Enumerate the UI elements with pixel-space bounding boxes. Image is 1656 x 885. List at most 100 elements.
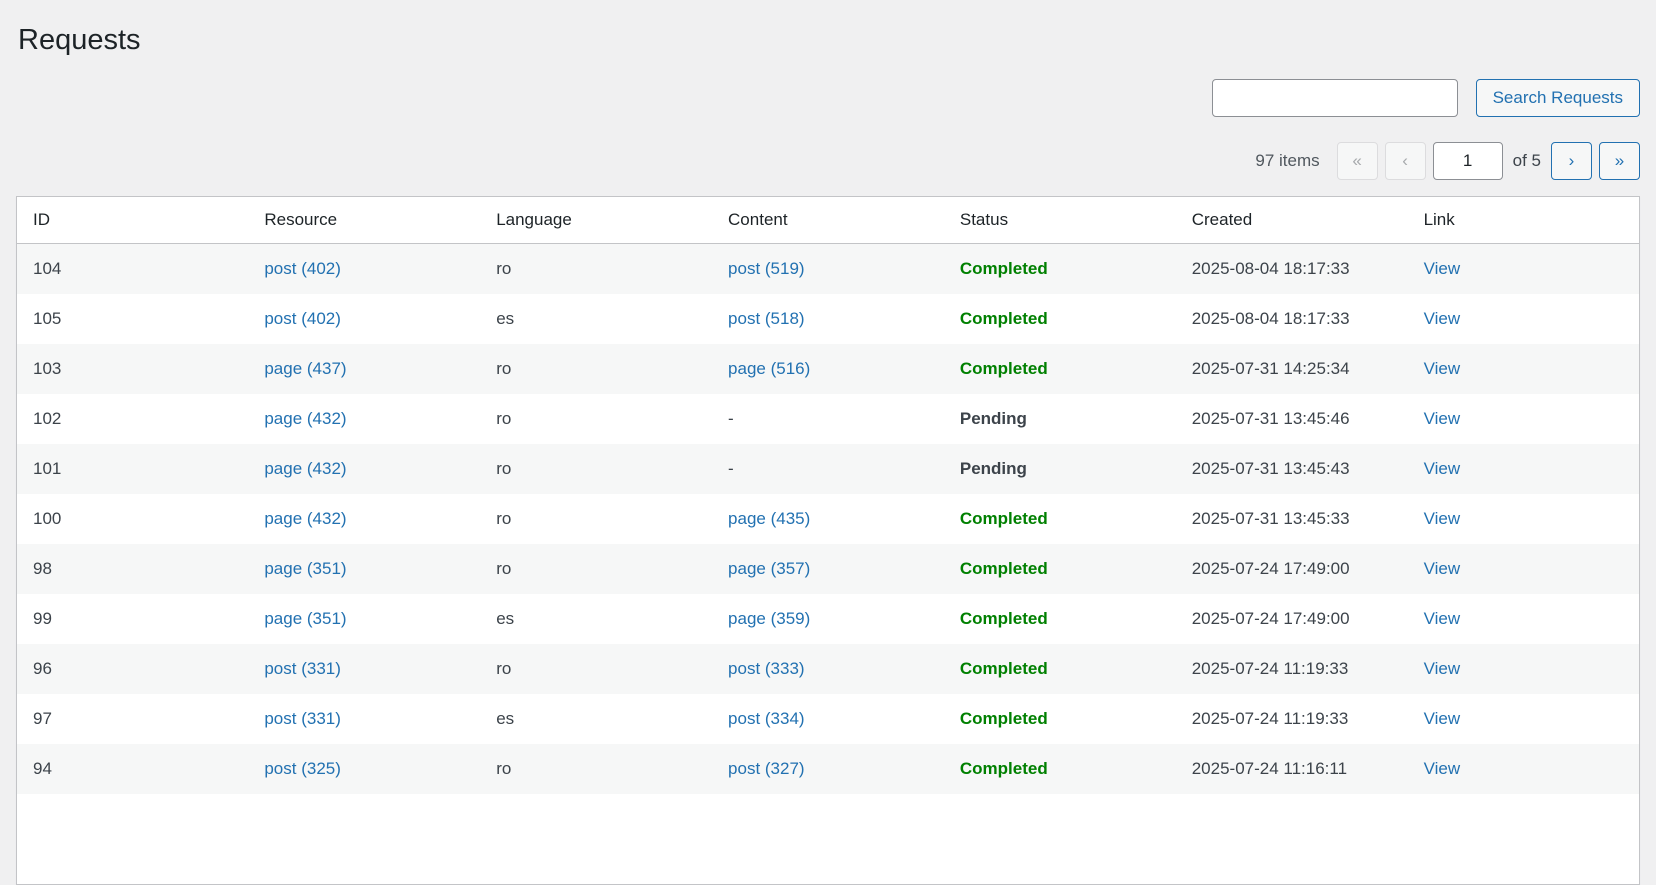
table-row: 99 page (351) es page (359) Completed 20… — [17, 594, 1640, 644]
view-link[interactable]: View — [1424, 659, 1461, 678]
language-code: ro — [496, 559, 511, 578]
id-cell: 103 — [17, 344, 249, 394]
resource-link[interactable]: post (402) — [264, 309, 341, 328]
language-code: ro — [496, 659, 511, 678]
content-cell: page (359) — [712, 594, 944, 644]
resource-link[interactable]: post (402) — [264, 259, 341, 278]
language-code: es — [496, 309, 514, 328]
status-cell: Completed — [944, 294, 1176, 344]
table-row: 98 page (351) ro page (357) Completed 20… — [17, 544, 1640, 594]
language-code: ro — [496, 359, 511, 378]
id-cell: 99 — [17, 594, 249, 644]
created-cell: 2025-08-04 18:17:33 — [1176, 294, 1408, 344]
view-link[interactable]: View — [1424, 359, 1461, 378]
content-link[interactable]: page (435) — [728, 509, 810, 528]
resource-cell: post (331) — [248, 644, 480, 694]
created-timestamp: 2025-08-04 18:17:33 — [1192, 309, 1350, 328]
table-row: 101 page (432) ro - Pending 2025-07-31 1… — [17, 444, 1640, 494]
resource-link[interactable]: page (437) — [264, 359, 346, 378]
content-link[interactable]: post (333) — [728, 659, 805, 678]
view-link[interactable]: View — [1424, 459, 1461, 478]
content-link[interactable]: post (518) — [728, 309, 805, 328]
resource-link[interactable]: post (325) — [264, 759, 341, 778]
language-cell: ro — [480, 244, 712, 295]
content-link[interactable]: post (519) — [728, 259, 805, 278]
resource-link[interactable]: post (331) — [264, 659, 341, 678]
resource-link[interactable]: page (432) — [264, 409, 346, 428]
created-cell: 2025-08-04 18:17:33 — [1176, 244, 1408, 295]
resource-cell: page (437) — [248, 344, 480, 394]
status-cell: Completed — [944, 344, 1176, 394]
status-cell: Completed — [944, 244, 1176, 295]
created-cell: 2025-07-31 13:45:46 — [1176, 394, 1408, 444]
column-header-language: Language — [480, 197, 712, 244]
current-page-input[interactable] — [1433, 142, 1503, 180]
status-badge: Completed — [960, 759, 1048, 778]
page-title: Requests — [16, 0, 1640, 58]
table-row: 96 post (331) ro post (333) Completed 20… — [17, 644, 1640, 694]
status-cell: Completed — [944, 544, 1176, 594]
resource-link[interactable]: post (331) — [264, 709, 341, 728]
view-link[interactable]: View — [1424, 509, 1461, 528]
resource-link[interactable]: page (432) — [264, 459, 346, 478]
content-link[interactable]: page (516) — [728, 359, 810, 378]
language-cell: ro — [480, 444, 712, 494]
content-cell: - — [712, 394, 944, 444]
created-timestamp: 2025-07-24 17:49:00 — [1192, 559, 1350, 578]
resource-cell: page (432) — [248, 444, 480, 494]
created-timestamp: 2025-07-31 13:45:46 — [1192, 409, 1350, 428]
id-cell: 105 — [17, 294, 249, 344]
created-cell: 2025-07-24 11:19:33 — [1176, 694, 1408, 744]
resource-link[interactable]: page (432) — [264, 509, 346, 528]
search-input[interactable] — [1212, 79, 1458, 117]
table-row: 103 page (437) ro page (516) Completed 2… — [17, 344, 1640, 394]
id-cell: 101 — [17, 444, 249, 494]
last-page-button[interactable]: » — [1599, 142, 1640, 180]
content-link[interactable]: post (327) — [728, 759, 805, 778]
resource-cell: post (325) — [248, 744, 480, 794]
resource-link[interactable]: page (351) — [264, 559, 346, 578]
status-badge: Pending — [960, 409, 1027, 428]
content-cell: post (333) — [712, 644, 944, 694]
view-link[interactable]: View — [1424, 309, 1461, 328]
status-badge: Completed — [960, 509, 1048, 528]
table-row: 105 post (402) es post (518) Completed 2… — [17, 294, 1640, 344]
content-link[interactable]: post (334) — [728, 709, 805, 728]
items-count: 97 items — [1255, 151, 1319, 171]
view-link[interactable]: View — [1424, 409, 1461, 428]
view-link[interactable]: View — [1424, 759, 1461, 778]
status-badge: Completed — [960, 359, 1048, 378]
table-head: IDResourceLanguageContentStatusCreatedLi… — [17, 197, 1640, 244]
link-cell: View — [1408, 644, 1640, 694]
view-link[interactable]: View — [1424, 259, 1461, 278]
search-requests-button[interactable]: Search Requests — [1476, 79, 1640, 117]
language-code: ro — [496, 259, 511, 278]
language-code: es — [496, 709, 514, 728]
id-cell: 100 — [17, 494, 249, 544]
resource-link[interactable]: page (351) — [264, 609, 346, 628]
next-page-button[interactable]: › — [1551, 142, 1592, 180]
table-row: 94 post (325) ro post (327) Completed 20… — [17, 744, 1640, 794]
content-link[interactable]: page (357) — [728, 559, 810, 578]
status-badge: Completed — [960, 259, 1048, 278]
content-link[interactable]: page (359) — [728, 609, 810, 628]
link-cell: View — [1408, 494, 1640, 544]
id-cell: 98 — [17, 544, 249, 594]
created-cell: 2025-07-31 13:45:43 — [1176, 444, 1408, 494]
status-cell: Completed — [944, 494, 1176, 544]
content-cell: page (435) — [712, 494, 944, 544]
created-cell: 2025-07-24 17:49:00 — [1176, 544, 1408, 594]
view-link[interactable]: View — [1424, 559, 1461, 578]
language-cell: ro — [480, 544, 712, 594]
status-cell: Completed — [944, 744, 1176, 794]
content-empty: - — [728, 409, 734, 428]
page-wrap: Requests Search Requests 97 items « ‹ of… — [0, 0, 1656, 885]
view-link[interactable]: View — [1424, 709, 1461, 728]
status-cell: Pending — [944, 444, 1176, 494]
column-header-status: Status — [944, 197, 1176, 244]
status-badge: Pending — [960, 459, 1027, 478]
content-cell: page (357) — [712, 544, 944, 594]
content-cell: post (518) — [712, 294, 944, 344]
view-link[interactable]: View — [1424, 609, 1461, 628]
first-page-button: « — [1337, 142, 1378, 180]
